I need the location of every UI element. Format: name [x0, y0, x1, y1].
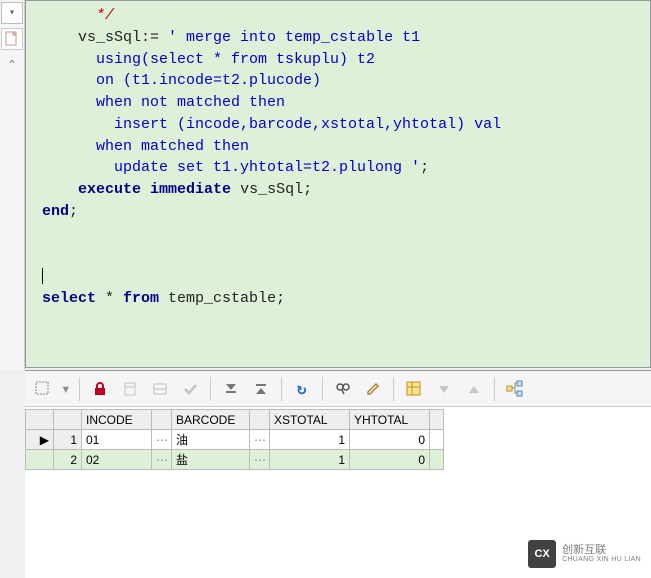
- col-header-spacer: [152, 410, 172, 430]
- left-toolbar: ▾ ⌃: [0, 0, 25, 370]
- code-keyword: execute: [78, 181, 141, 198]
- find-button[interactable]: [331, 377, 355, 401]
- code-keyword: end: [42, 203, 69, 220]
- commit-button[interactable]: [178, 377, 202, 401]
- results-toolbar: ▾ ↻: [25, 371, 651, 407]
- row-marker: ▶: [26, 430, 54, 450]
- code-keyword: immediate: [150, 181, 231, 198]
- watermark: CX 创新互联 CHUANG XIN HU LIAN: [528, 540, 641, 568]
- code-punct: ;: [69, 203, 78, 220]
- cell-xstotal[interactable]: 1: [270, 450, 350, 470]
- sql-code[interactable]: */ vs_sSql:= ' merge into temp_cstable t…: [26, 1, 650, 318]
- col-header-incode[interactable]: INCODE: [82, 410, 152, 430]
- edit-button[interactable]: [361, 377, 385, 401]
- tree-view-button[interactable]: [503, 377, 527, 401]
- cell-end: [430, 450, 444, 470]
- separator: [79, 377, 80, 401]
- row-number: 2: [54, 450, 82, 470]
- cell-barcode[interactable]: 盐: [172, 450, 250, 470]
- code-comment: */: [42, 7, 114, 24]
- cell-incode[interactable]: 02: [82, 450, 152, 470]
- text-caret: [42, 268, 43, 284]
- code-text: temp_cstable;: [159, 290, 285, 307]
- cell-yhtotal[interactable]: 0: [350, 450, 430, 470]
- col-header-end: [430, 410, 444, 430]
- row-marker: [26, 450, 54, 470]
- cell-barcode[interactable]: 油: [172, 430, 250, 450]
- watermark-line1: 创新互联: [562, 544, 641, 556]
- code-ident: vs_sSql;: [231, 181, 312, 198]
- cell-xstotal[interactable]: 1: [270, 430, 350, 450]
- cell-yhtotal[interactable]: 0: [350, 430, 430, 450]
- cell-ellipsis[interactable]: ⋯: [250, 430, 270, 450]
- collapse-up-button[interactable]: [462, 377, 486, 401]
- row-marker-header: [26, 410, 54, 430]
- row-number-header: [54, 410, 82, 430]
- collapse-down-button[interactable]: [432, 377, 456, 401]
- collapse-up-button[interactable]: ⌃: [1, 54, 23, 76]
- watermark-line2: CHUANG XIN HU LIAN: [562, 556, 641, 564]
- col-header-spacer: [250, 410, 270, 430]
- sql-editor[interactable]: */ vs_sSql:= ' merge into temp_cstable t…: [25, 0, 651, 368]
- code-string: ' merge into temp_cstable t1: [168, 29, 420, 46]
- table-row[interactable]: 2 02 ⋯ 盐 ⋯ 1 0: [26, 450, 444, 470]
- first-row-button[interactable]: [219, 377, 243, 401]
- last-row-button[interactable]: [249, 377, 273, 401]
- code-text: *: [96, 290, 123, 307]
- code-punct: ;: [420, 159, 429, 176]
- code-keyword: from: [123, 290, 159, 307]
- fetch-all-button[interactable]: [148, 377, 172, 401]
- new-file-button[interactable]: [1, 28, 23, 50]
- separator: [494, 377, 495, 401]
- watermark-text: 创新互联 CHUANG XIN HU LIAN: [562, 544, 641, 564]
- code-string: update set t1.yhtotal=t2.plulong ': [42, 159, 420, 176]
- lock-button[interactable]: [88, 377, 112, 401]
- cell-ellipsis[interactable]: ⋯: [152, 450, 172, 470]
- grid-header-row: INCODE BARCODE XSTOTAL YHTOTAL: [26, 410, 444, 430]
- export-button[interactable]: [402, 377, 426, 401]
- code-indent: [42, 181, 78, 198]
- col-header-barcode[interactable]: BARCODE: [172, 410, 250, 430]
- separator: [210, 377, 211, 401]
- row-number: 1: [54, 430, 82, 450]
- code-line: vs_sSql:=: [42, 29, 168, 46]
- fetch-page-button[interactable]: [118, 377, 142, 401]
- code-string: when matched then: [42, 138, 249, 155]
- code-string: when not matched then: [42, 94, 285, 111]
- code-string: using(select * from tskuplu) t2: [42, 51, 375, 68]
- watermark-logo: CX: [528, 540, 556, 568]
- cell-ellipsis[interactable]: ⋯: [250, 450, 270, 470]
- separator: [393, 377, 394, 401]
- results-grid[interactable]: INCODE BARCODE XSTOTAL YHTOTAL ▶ 1 01 ⋯ …: [25, 409, 444, 470]
- code-string: on (t1.incode=t2.plucode): [42, 72, 321, 89]
- code-space: [141, 181, 150, 198]
- table-row[interactable]: ▶ 1 01 ⋯ 油 ⋯ 1 0: [26, 430, 444, 450]
- separator: [322, 377, 323, 401]
- toolbar-dropdown-button[interactable]: ▾: [1, 2, 23, 24]
- separator: [281, 377, 282, 401]
- grid-select-button[interactable]: [31, 377, 55, 401]
- col-header-xstotal[interactable]: XSTOTAL: [270, 410, 350, 430]
- cell-ellipsis[interactable]: ⋯: [152, 430, 172, 450]
- col-header-yhtotal[interactable]: YHTOTAL: [350, 410, 430, 430]
- refresh-button[interactable]: ↻: [290, 377, 314, 401]
- cell-incode[interactable]: 01: [82, 430, 152, 450]
- dropdown-icon[interactable]: ▾: [61, 379, 71, 399]
- code-string: insert (incode,barcode,xstotal,yhtotal) …: [42, 116, 501, 133]
- cell-end: [430, 430, 444, 450]
- code-keyword: select: [42, 290, 96, 307]
